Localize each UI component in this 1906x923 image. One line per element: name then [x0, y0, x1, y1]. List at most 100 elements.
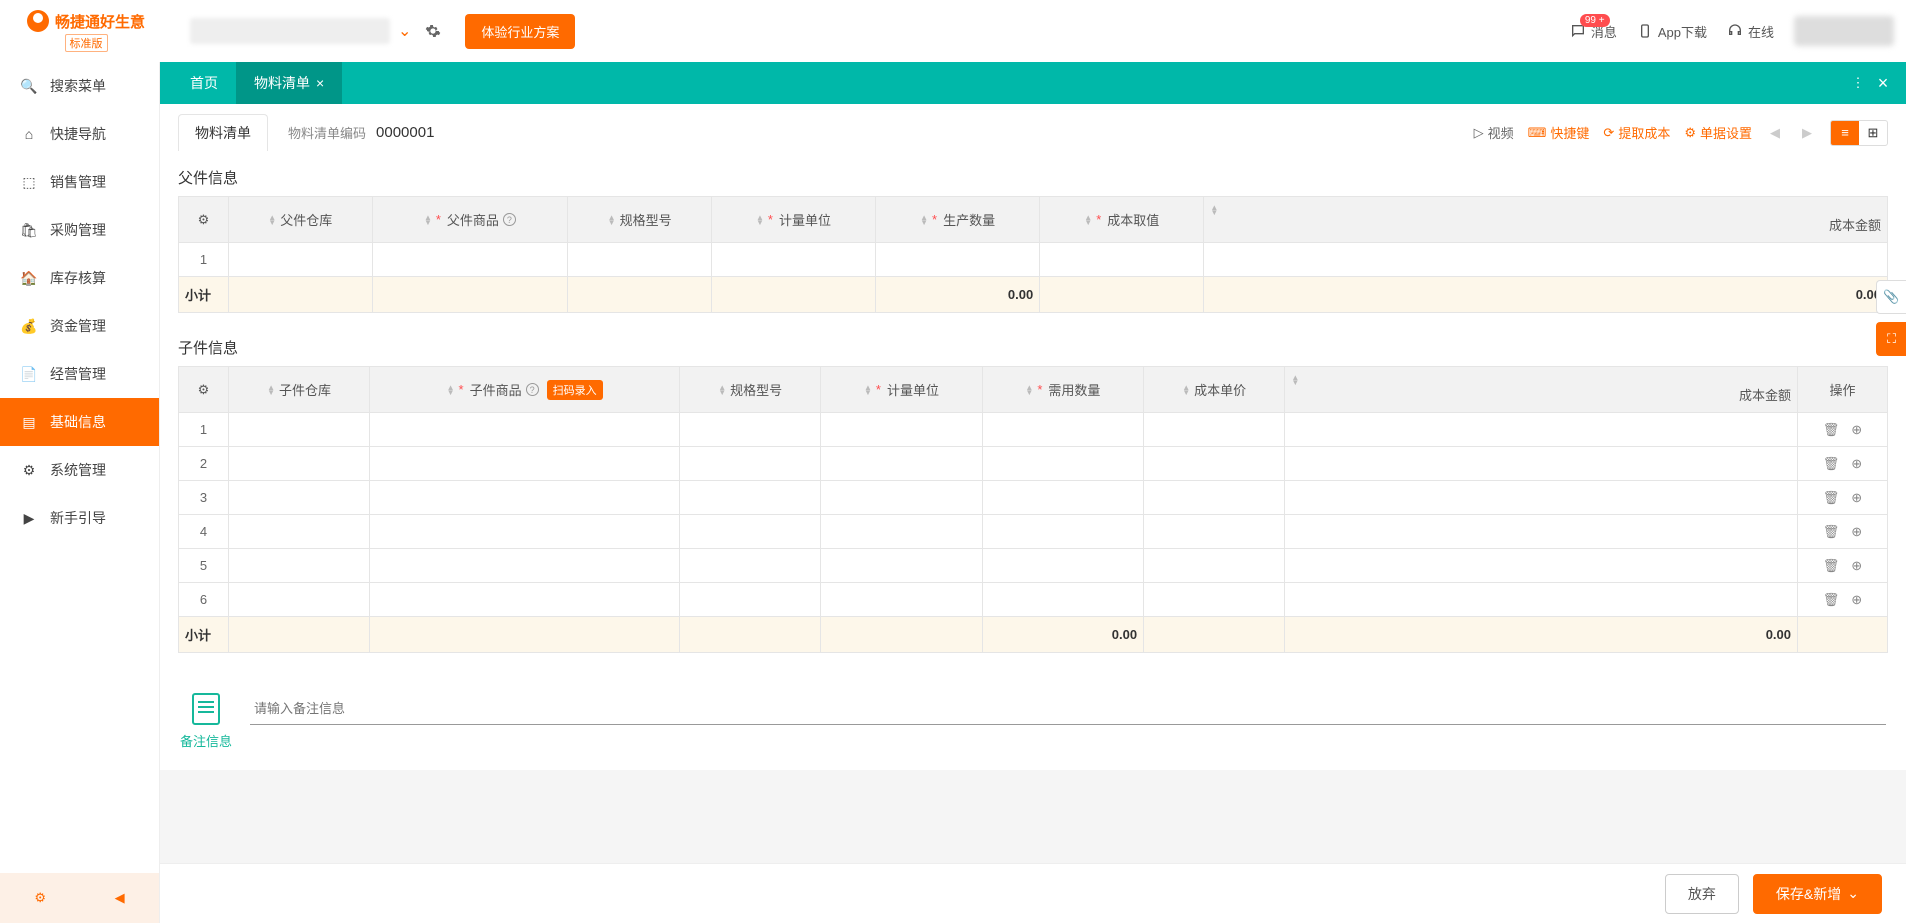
sidebar-item-system[interactable]: ⚙系统管理 [0, 446, 159, 494]
child-row[interactable]: 2🗑⊕ [179, 447, 1888, 481]
cell-child-product[interactable] [370, 583, 680, 617]
cell-child-warehouse[interactable] [229, 413, 370, 447]
cell-child-unit-cost[interactable] [1144, 481, 1285, 515]
th-child-qty[interactable]: ▲▼*需用数量 [982, 367, 1143, 413]
cell-child-spec[interactable] [680, 515, 821, 549]
child-row[interactable]: 3🗑⊕ [179, 481, 1888, 515]
save-new-button[interactable]: 保存&新增⌄ [1753, 874, 1882, 914]
sidebar-collapse-icon[interactable]: ◀ [115, 890, 125, 906]
delete-icon[interactable]: 🗑 [1823, 524, 1840, 540]
th-parent-product[interactable]: ▲▼*父件商品? [372, 197, 568, 243]
close-icon[interactable]: × [316, 75, 324, 91]
cell-child-spec[interactable] [680, 413, 821, 447]
cell-child-qty[interactable] [982, 583, 1143, 617]
cell-child-qty[interactable] [982, 413, 1143, 447]
help-icon[interactable]: ? [503, 213, 516, 226]
cell-child-warehouse[interactable] [229, 583, 370, 617]
discard-button[interactable]: 放弃 [1665, 874, 1739, 914]
add-row-icon[interactable]: ⊕ [1851, 456, 1862, 472]
next-doc-icon[interactable]: ▶ [1798, 125, 1816, 141]
th-child-product[interactable]: ▲▼*子件商品?扫码录入 [370, 367, 680, 413]
chevron-down-icon[interactable]: ⌄ [398, 21, 411, 41]
company-selector[interactable]: ⌄ [190, 18, 411, 44]
sidebar-settings-icon[interactable]: ⚙ [34, 890, 46, 906]
th-parent-unit[interactable]: ▲▼*计量单位 [711, 197, 875, 243]
view-list-icon[interactable]: ≡ [1831, 121, 1859, 145]
cell-child-unit-cost[interactable] [1144, 413, 1285, 447]
remark-input[interactable] [250, 693, 1886, 725]
cell-child-unit-cost[interactable] [1144, 515, 1285, 549]
expand-icon[interactable]: ⛶ [1876, 322, 1906, 356]
cell-parent-warehouse[interactable] [229, 243, 373, 277]
add-row-icon[interactable]: ⊕ [1851, 422, 1862, 438]
user-avatar-blurred[interactable] [1794, 16, 1894, 46]
th-child-cost-amount[interactable]: ▲▼成本金额 [1285, 367, 1798, 413]
tab-bom[interactable]: 物料清单 × [236, 62, 342, 104]
sidebar-item-inventory[interactable]: 🏠库存核算 [0, 254, 159, 302]
th-parent-costbasis[interactable]: ▲▼*成本取值 [1040, 197, 1204, 243]
th-parent-cost-amount[interactable]: ▲▼成本金额 [1204, 197, 1888, 243]
delete-icon[interactable]: 🗑 [1823, 422, 1840, 438]
prev-doc-icon[interactable]: ◀ [1766, 125, 1784, 141]
cell-child-unit[interactable] [821, 447, 982, 481]
child-row[interactable]: 4🗑⊕ [179, 515, 1888, 549]
child-row[interactable]: 1🗑⊕ [179, 413, 1888, 447]
th-child-unit-cost[interactable]: ▲▼成本单价 [1144, 367, 1285, 413]
cell-parent-costbasis[interactable] [1040, 243, 1204, 277]
sidebar-item-sales[interactable]: ⬚销售管理 [0, 158, 159, 206]
cell-child-product[interactable] [370, 549, 680, 583]
cell-child-warehouse[interactable] [229, 549, 370, 583]
cell-child-warehouse[interactable] [229, 515, 370, 549]
cell-parent-spec[interactable] [568, 243, 712, 277]
add-row-icon[interactable]: ⊕ [1851, 524, 1862, 540]
cell-child-qty[interactable] [982, 515, 1143, 549]
cell-child-cost-amount[interactable] [1285, 413, 1798, 447]
tab-home[interactable]: 首页 [172, 62, 236, 104]
logo[interactable]: 畅捷通好生意 标准版 [12, 10, 160, 52]
cell-parent-qty[interactable] [876, 243, 1040, 277]
cell-child-unit[interactable] [821, 515, 982, 549]
doc-type-tab[interactable]: 物料清单 [178, 114, 268, 151]
cell-child-qty[interactable] [982, 481, 1143, 515]
sidebar-item-purchase[interactable]: 🛍采购管理 [0, 206, 159, 254]
cell-child-qty[interactable] [982, 447, 1143, 481]
th-parent-warehouse[interactable]: ▲▼父件仓库 [229, 197, 373, 243]
help-icon[interactable]: ? [526, 383, 539, 396]
scan-entry-badge[interactable]: 扫码录入 [547, 380, 603, 400]
cell-child-product[interactable] [370, 447, 680, 481]
cell-child-cost-amount[interactable] [1285, 549, 1798, 583]
cell-child-spec[interactable] [680, 583, 821, 617]
messages-link[interactable]: 消息 99 + [1570, 22, 1617, 41]
cell-child-cost-amount[interactable] [1285, 583, 1798, 617]
delete-icon[interactable]: 🗑 [1823, 558, 1840, 574]
cell-child-cost-amount[interactable] [1285, 447, 1798, 481]
cell-child-unit[interactable] [821, 583, 982, 617]
child-row[interactable]: 5🗑⊕ [179, 549, 1888, 583]
cell-parent-product[interactable] [372, 243, 568, 277]
cell-child-cost-amount[interactable] [1285, 515, 1798, 549]
sidebar-item-guide[interactable]: ▶新手引导 [0, 494, 159, 542]
add-row-icon[interactable]: ⊕ [1851, 490, 1862, 506]
attachment-icon[interactable]: 📎 [1876, 280, 1906, 314]
cell-child-spec[interactable] [680, 549, 821, 583]
cell-child-product[interactable] [370, 481, 680, 515]
add-row-icon[interactable]: ⊕ [1851, 592, 1862, 608]
cell-child-spec[interactable] [680, 447, 821, 481]
cell-child-product[interactable] [370, 413, 680, 447]
th-parent-qty[interactable]: ▲▼*生产数量 [876, 197, 1040, 243]
add-row-icon[interactable]: ⊕ [1851, 558, 1862, 574]
doc-settings-link[interactable]: ⚙单据设置 [1684, 123, 1752, 142]
child-row[interactable]: 6🗑⊕ [179, 583, 1888, 617]
th-gear[interactable]: ⚙ [179, 197, 229, 243]
delete-icon[interactable]: 🗑 [1823, 592, 1840, 608]
cta-button[interactable]: 体验行业方案 [465, 14, 575, 49]
view-grid-icon[interactable]: ⊞ [1859, 121, 1887, 145]
cell-child-product[interactable] [370, 515, 680, 549]
parent-row[interactable]: 1 [179, 243, 1888, 277]
sidebar-item-funds[interactable]: 💰资金管理 [0, 302, 159, 350]
cell-child-unit[interactable] [821, 413, 982, 447]
cell-child-unit-cost[interactable] [1144, 447, 1285, 481]
cell-child-warehouse[interactable] [229, 447, 370, 481]
cell-child-unit-cost[interactable] [1144, 549, 1285, 583]
th-child-warehouse[interactable]: ▲▼子件仓库 [229, 367, 370, 413]
